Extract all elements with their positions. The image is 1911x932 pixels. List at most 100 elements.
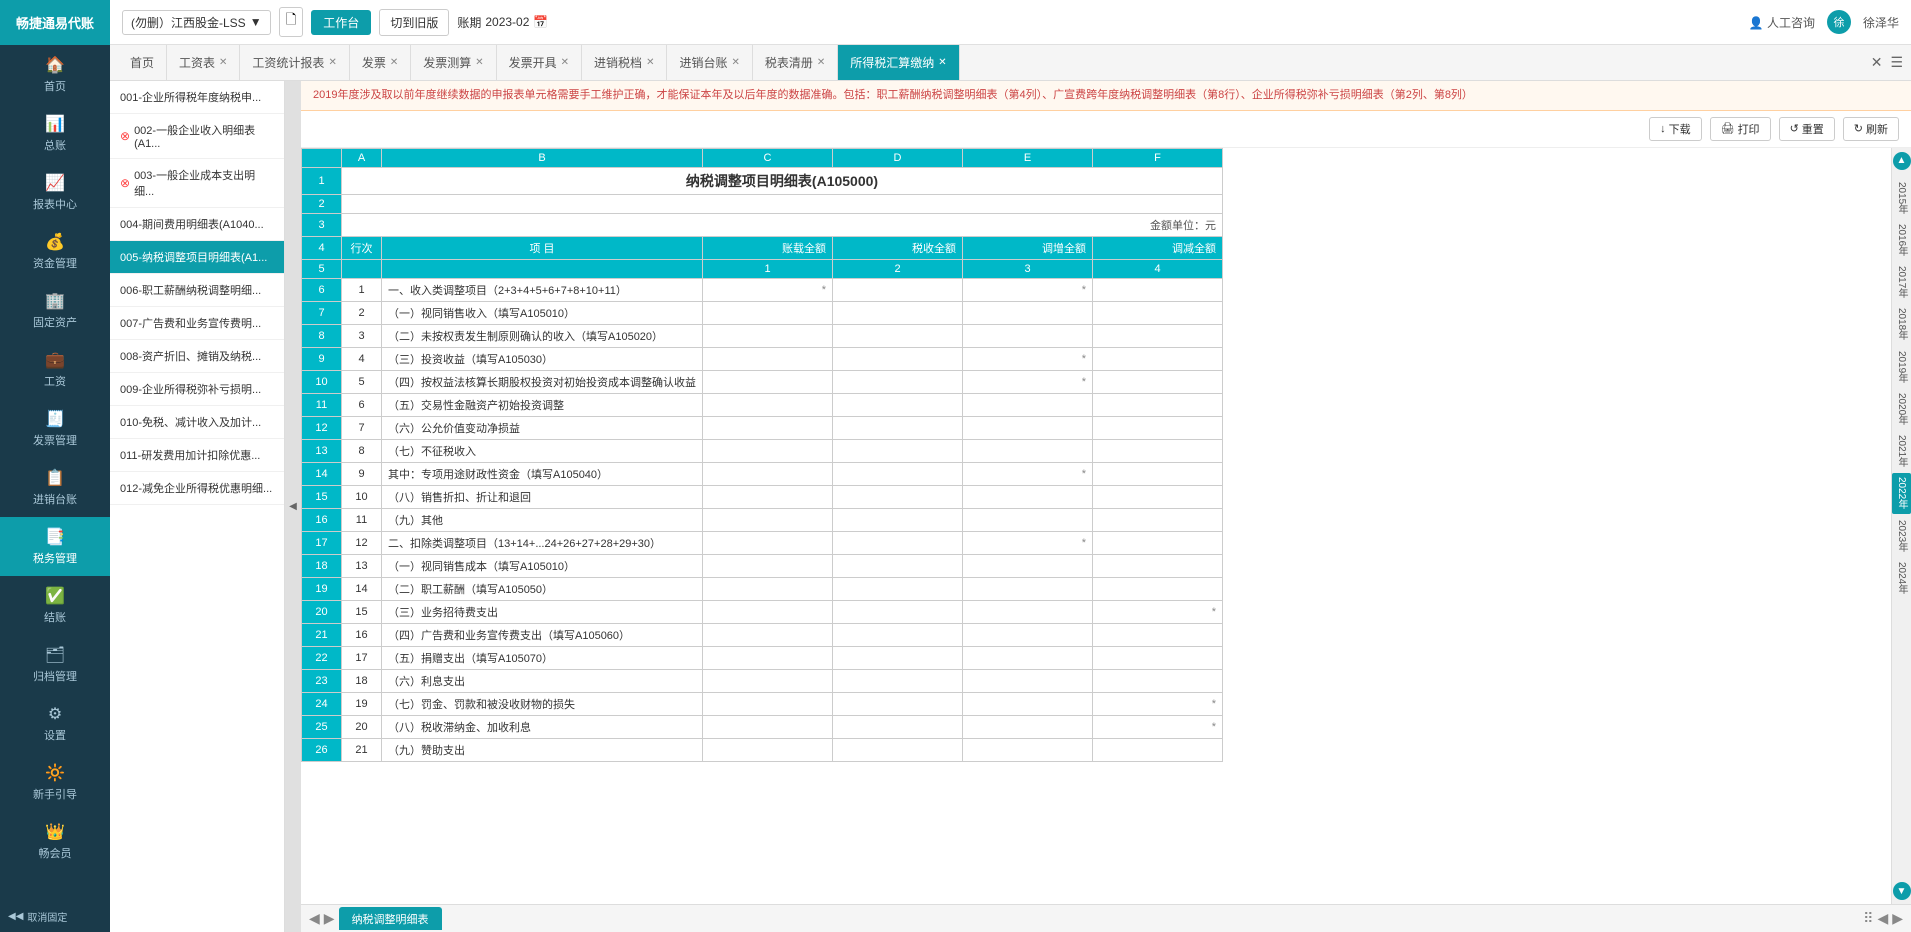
year-2015[interactable]: 2015年	[1892, 178, 1911, 218]
tab-tax-archive[interactable]: 进销税档✕	[582, 45, 667, 81]
sidebar-item-guide[interactable]: 🔆 新手引导	[0, 753, 110, 812]
col-letter-e: E	[963, 148, 1093, 167]
sidebar-item-assets[interactable]: 🏢 固定资产	[0, 281, 110, 340]
left-item-002[interactable]: ⊗ 002-一般企业收入明细表(A1...	[110, 114, 284, 159]
data-row-12: 12 7 （六）公允价值变动净损益	[302, 416, 1223, 439]
year-2019[interactable]: 2019年	[1892, 347, 1911, 387]
data-row-7: 7 2 （一）视同销售收入（填写A105010）	[302, 301, 1223, 324]
sheet-tab-bar: ◀ ▶ 纳税调整明细表 ⠿ ◀ ▶	[301, 904, 1911, 932]
year-2017[interactable]: 2017年	[1892, 262, 1911, 302]
year-2022[interactable]: 2022年	[1892, 473, 1911, 513]
tabs-menu[interactable]: ☰	[1890, 54, 1903, 71]
sheet-main[interactable]: A B C D E F 1 纳税调	[301, 148, 1891, 905]
sidebar-item-tax[interactable]: 📑 税务管理	[0, 517, 110, 576]
refresh-button[interactable]: ↻ 刷新	[1843, 117, 1899, 141]
year-2021[interactable]: 2021年	[1892, 431, 1911, 471]
download-button[interactable]: ↓ 下载	[1649, 117, 1702, 141]
workspace-button[interactable]: 工作台	[311, 10, 371, 35]
left-item-009[interactable]: 009-企业所得税弥补亏损明...	[110, 373, 284, 406]
sidebar-item-reports[interactable]: 📈 报表中心	[0, 163, 110, 222]
sidebar-item-salary[interactable]: 💼 工资	[0, 340, 110, 399]
sheet-tab-adjust[interactable]: 纳税调整明细表	[339, 907, 442, 930]
unpin-button[interactable]: ◀◀ 取消固定	[0, 901, 110, 932]
sheet-toolbar: ↓ 下载 🖨 打印 ↺ 重置 ↻ 刷新	[301, 111, 1911, 148]
error-icon-002: ⊗	[120, 129, 130, 143]
year-nav-up[interactable]: ▲	[1893, 152, 1911, 170]
col-sub-f: 4	[1093, 259, 1223, 278]
tab-salary-close[interactable]: ✕	[219, 57, 227, 68]
reset-button[interactable]: ↺ 重置	[1779, 117, 1835, 141]
tab-salary[interactable]: 工资表✕	[167, 45, 240, 81]
tab-salary-stats[interactable]: 工资统计报表✕	[240, 45, 349, 81]
col-header-d: 税收全额	[833, 236, 963, 259]
tab-invoice-open-close[interactable]: ✕	[561, 57, 569, 68]
left-panel: 001-企业所得税年度纳税申... ⊗ 002-一般企业收入明细表(A1... …	[110, 81, 285, 932]
year-2020[interactable]: 2020年	[1892, 389, 1911, 429]
left-item-012-label: 012-减免企业所得税优惠明细...	[120, 480, 272, 496]
sidebar-item-finance[interactable]: 💰 资金管理	[0, 222, 110, 281]
data-row-25: 25 20 （八）税收滞纳金、加收利息 *	[302, 715, 1223, 738]
app-logo: 畅捷通易代账	[0, 0, 110, 45]
close-icon: ✅	[45, 586, 65, 606]
tab-income-tax[interactable]: 所得税汇算缴纳 ✕	[838, 45, 959, 81]
left-item-004[interactable]: 004-期间费用明细表(A1040...	[110, 208, 284, 241]
sidebar-item-ledger[interactable]: 📊 总账	[0, 104, 110, 163]
tab-invoice[interactable]: 发票✕	[350, 45, 411, 81]
left-item-012[interactable]: 012-减免企业所得税优惠明细...	[110, 472, 284, 505]
print-button[interactable]: 🖨 打印	[1710, 117, 1771, 141]
sidebar-item-invoice[interactable]: 🧾 发票管理	[0, 399, 110, 458]
tab-home[interactable]: 首页	[118, 45, 167, 81]
col-sub-d: 2	[833, 259, 963, 278]
reset-icon: ↺	[1790, 122, 1799, 135]
tab-tax-clear[interactable]: 税表清册✕	[753, 45, 838, 81]
row-2: 2	[302, 194, 1223, 213]
member-icon: 👑	[45, 822, 65, 842]
tabs-close-all[interactable]: ✕	[1871, 54, 1883, 71]
sidebar-item-settings[interactable]: ⚙ 设置	[0, 694, 110, 753]
left-item-010[interactable]: 010-免税、减计收入及加计...	[110, 406, 284, 439]
year-2024[interactable]: 2024年	[1892, 558, 1911, 598]
copy-button[interactable]: 🗋	[279, 7, 304, 37]
tab-invoice-calc[interactable]: 发票测算✕	[411, 45, 496, 81]
tab-tax-clear-close[interactable]: ✕	[817, 57, 825, 68]
sheet-scroll-left[interactable]: ◀	[1877, 910, 1888, 927]
tab-income-tax-label: 所得税汇算缴纳	[850, 54, 934, 71]
left-item-011[interactable]: 011-研发费用加计扣除优惠...	[110, 439, 284, 472]
left-item-006[interactable]: 006-职工薪酬纳税调整明细...	[110, 274, 284, 307]
tab-invoice-close[interactable]: ✕	[390, 57, 398, 68]
help-button[interactable]: 👤 人工咨询	[1749, 14, 1815, 31]
invoice-icon: 🧾	[45, 409, 65, 429]
sidebar-item-purchase[interactable]: 📋 进销台账	[0, 458, 110, 517]
col-sub-e: 3	[963, 259, 1093, 278]
sheet-nav-right[interactable]: ▶	[324, 910, 335, 927]
sidebar-item-archive[interactable]: 🗂 归档管理	[0, 635, 110, 694]
company-selector[interactable]: (勿删）江西股金-LSS ▼	[122, 10, 271, 35]
tab-income-tax-close[interactable]: ✕	[938, 57, 946, 68]
left-item-003[interactable]: ⊗ 003-一般企业成本支出明细...	[110, 159, 284, 208]
left-item-007[interactable]: 007-广告费和业务宣传费明...	[110, 307, 284, 340]
year-2016[interactable]: 2016年	[1892, 220, 1911, 260]
sidebar-item-home[interactable]: 🏠 首页	[0, 45, 110, 104]
year-nav-down[interactable]: ▼	[1893, 882, 1911, 900]
left-item-010-label: 010-免税、减计收入及加计...	[120, 414, 261, 430]
sheet-scroll-right[interactable]: ▶	[1892, 910, 1903, 927]
tab-sales-ledger[interactable]: 进销台账✕	[667, 45, 752, 81]
data-row-10: 10 5 （四）按权益法核算长期股权投资对初始投资成本调整确认收益 *	[302, 370, 1223, 393]
tab-invoice-calc-close[interactable]: ✕	[475, 57, 483, 68]
left-item-005[interactable]: 005-纳税调整项目明细表(A1...	[110, 241, 284, 274]
tab-tax-archive-close[interactable]: ✕	[646, 57, 654, 68]
sheet-nav-left[interactable]: ◀	[309, 910, 320, 927]
sidebar-item-close[interactable]: ✅ 结账	[0, 576, 110, 635]
period-edit-icon[interactable]: 📅	[533, 15, 548, 29]
year-2023[interactable]: 2023年	[1892, 516, 1911, 556]
data-row-19: 19 14 （二）职工薪酬（填写A105050）	[302, 577, 1223, 600]
left-item-008[interactable]: 008-资产折旧、摊销及纳税...	[110, 340, 284, 373]
tab-sales-ledger-close[interactable]: ✕	[731, 57, 739, 68]
tab-invoice-open[interactable]: 发票开具✕	[497, 45, 582, 81]
tab-salary-stats-close[interactable]: ✕	[328, 57, 336, 68]
collapse-panel-button[interactable]: ◀	[285, 81, 301, 932]
left-item-001[interactable]: 001-企业所得税年度纳税申...	[110, 81, 284, 114]
year-2018[interactable]: 2018年	[1892, 304, 1911, 344]
old-version-button[interactable]: 切到旧版	[379, 9, 449, 36]
sidebar-item-member[interactable]: 👑 畅会员	[0, 812, 110, 871]
